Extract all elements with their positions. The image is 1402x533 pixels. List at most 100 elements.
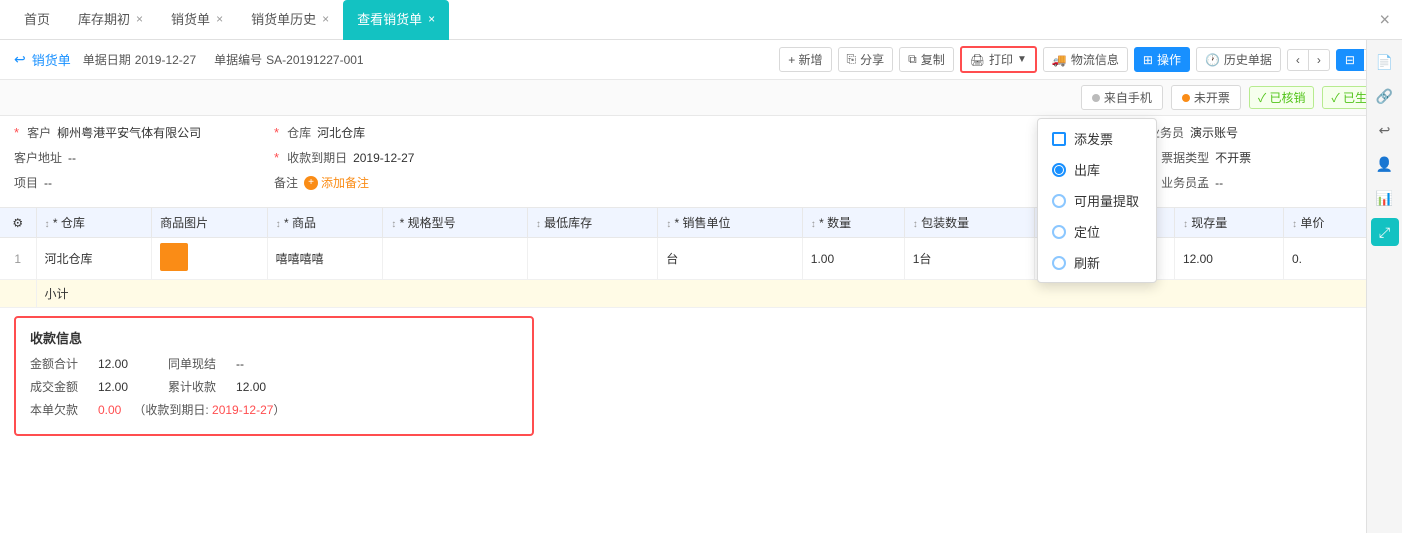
row-img	[152, 238, 268, 280]
warehouse-field: * 仓库 河北仓库	[274, 124, 514, 141]
tab-bar: 首页 库存期初 × 销货单 × 销货单历史 × 查看销货单 × ×	[0, 0, 1402, 40]
doc-date-label: 单据日期	[83, 51, 131, 68]
project-field: 项目 --	[14, 174, 254, 191]
row-product: 嘻嘻嘻嘻	[267, 238, 383, 280]
menu-refresh-label: 刷新	[1074, 253, 1100, 272]
note-label: 备注	[274, 174, 298, 191]
payment-total-value: 12.00	[98, 357, 128, 371]
doc-header-left: ↩ 销货单 单据日期 2019-12-27 单据编号 SA-20191227-0…	[14, 50, 364, 69]
warehouse-required: *	[274, 125, 279, 140]
menu-add-invoice[interactable]: 添发票	[1038, 123, 1156, 154]
sidebar-expand-icon[interactable]: ⤢	[1371, 218, 1399, 246]
payment-owed-suffix: （收款到期日: 2019-12-27）	[133, 401, 285, 418]
address-label: 客户地址	[14, 149, 62, 166]
prev-button[interactable]: ‹	[1287, 49, 1309, 71]
payment-same-settle-value: --	[236, 357, 244, 371]
add-button[interactable]: + 新增	[779, 47, 831, 72]
menu-out-stock[interactable]: 出库	[1038, 154, 1156, 185]
doc-title: ↩ 销货单	[14, 50, 71, 69]
menu-refresh[interactable]: 刷新	[1038, 247, 1156, 278]
grid-view-button[interactable]: ⊟	[1336, 49, 1364, 71]
table-col-product: ↕ * 商品	[267, 208, 383, 238]
tab-view-sales[interactable]: 查看销货单 ×	[343, 0, 449, 40]
due-date-field: * 收款到期日 2019-12-27	[274, 149, 514, 166]
table-col-gear[interactable]: ⚙	[0, 208, 36, 238]
table-header-row: ⚙ ↕ * 仓库 商品图片 ↕ * 商品 ↕ * 规格型号 ↕ 最低库存 ↕ *…	[0, 208, 1402, 238]
copy-button[interactable]: ⧉ 复制	[899, 47, 954, 72]
menu-locate-label: 定位	[1074, 222, 1100, 241]
tab-view-sales-close[interactable]: ×	[428, 12, 435, 26]
doc-no-label: 单据编号	[214, 51, 262, 68]
copy-icon: ⧉	[908, 52, 917, 67]
form-area: * 客户 柳州粤港平安气体有限公司 * 仓库 河北仓库 业务员 演示账号 客户地…	[0, 116, 1402, 207]
plus-icon: +	[304, 176, 318, 190]
project-label: 项目	[14, 174, 38, 191]
print-label: 打印	[989, 51, 1013, 68]
sidebar-doc-icon[interactable]: 📄	[1371, 48, 1399, 76]
out-stock-icon	[1052, 163, 1066, 177]
sidebar-return-icon[interactable]: ↩	[1371, 116, 1399, 144]
row-pack-qty: 1台	[904, 238, 1034, 280]
tab-inventory[interactable]: 库存期初 ×	[64, 0, 157, 40]
unopened-button[interactable]: 未开票	[1171, 85, 1241, 110]
payment-row-1: 金额合计 12.00 同单现结 --	[30, 355, 518, 372]
customer-field: * 客户 柳州粤港平安气体有限公司	[14, 124, 254, 141]
menu-add-invoice-label: 添发票	[1074, 129, 1113, 148]
mobile-button[interactable]: 来自手机	[1081, 85, 1163, 110]
tab-bar-close-button[interactable]: ×	[1379, 9, 1390, 30]
share-label: 分享	[860, 51, 884, 68]
menu-available-extract[interactable]: 可用量提取	[1038, 185, 1156, 216]
ticket-type-value: 不开票	[1215, 149, 1251, 166]
share-icon: ⎘	[847, 52, 857, 67]
sidebar-link-icon[interactable]: 🔗	[1371, 82, 1399, 110]
add-note-button[interactable]: + 添加备注	[304, 174, 369, 191]
share-button[interactable]: ⎘ 分享	[838, 47, 894, 72]
row-price: 0.	[1284, 238, 1372, 280]
payment-owed-value: 0.00	[98, 403, 121, 417]
row-spec	[383, 238, 528, 280]
table-col-unit: ↕ * 销售单位	[658, 208, 803, 238]
add-note-label: 添加备注	[321, 174, 369, 191]
tab-inventory-close[interactable]: ×	[136, 12, 143, 26]
menu-out-stock-label: 出库	[1074, 160, 1100, 179]
ticket-type-field: * 票据类型 不开票	[1148, 149, 1388, 166]
payment-deal-value: 12.00	[98, 380, 128, 394]
table-col-current-stock: ↕ 现存量	[1174, 208, 1283, 238]
payment-total-label: 金额合计	[30, 355, 90, 372]
tab-home[interactable]: 首页	[10, 0, 64, 40]
doc-title-text: 销货单	[32, 50, 71, 69]
form-row-2: 客户地址 -- * 收款到期日 2019-12-27 * 票据类型 不开票	[14, 149, 1388, 166]
menu-locate[interactable]: 定位	[1038, 216, 1156, 247]
tab-sales-history-close[interactable]: ×	[322, 12, 329, 26]
print-icon: 🖨	[970, 53, 985, 67]
tab-sales-history[interactable]: 销货单历史 ×	[237, 0, 343, 40]
tab-sales-close[interactable]: ×	[216, 12, 223, 26]
payment-cumulative: 累计收款 12.00	[168, 378, 266, 395]
tab-home-label: 首页	[24, 9, 50, 28]
view-toggle: ‹ ›	[1287, 49, 1330, 71]
product-image	[160, 243, 188, 271]
unopened-dot	[1182, 94, 1190, 102]
address-value: --	[68, 151, 76, 165]
staff-field: 业务员 演示账号	[1148, 124, 1388, 141]
sub-action-bar: 来自手机 未开票 ✓ 已核销 ✓ 已生效	[0, 80, 1402, 116]
logistics-icon: 🚚	[1052, 53, 1067, 67]
tab-sales[interactable]: 销货单 ×	[157, 0, 237, 40]
table-row: 1 河北仓库 嘻嘻嘻嘻 台 1.00 1台 12.00 0.	[0, 238, 1402, 280]
sidebar-user-icon[interactable]: 👤	[1371, 150, 1399, 178]
menu-available-extract-label: 可用量提取	[1074, 191, 1139, 210]
sidebar-chart-icon[interactable]: 📊	[1371, 184, 1399, 212]
operate-button[interactable]: ⊞ 操作	[1134, 47, 1190, 72]
print-button[interactable]: 🖨 打印 ▼	[960, 46, 1037, 73]
due-date-label: 收款到期日	[287, 149, 347, 166]
history-button[interactable]: 🕐 历史单据	[1196, 47, 1281, 72]
tab-sales-history-label: 销货单历史	[251, 9, 316, 28]
mobile-label: 来自手机	[1104, 89, 1152, 106]
customer-required: *	[14, 125, 19, 140]
subtotal-row: 小计	[0, 280, 1402, 308]
form-row-1: * 客户 柳州粤港平安气体有限公司 * 仓库 河北仓库 业务员 演示账号	[14, 124, 1388, 141]
next-button[interactable]: ›	[1309, 49, 1330, 71]
payment-owed-label: 本单欠款	[30, 401, 90, 418]
row-unit: 台	[658, 238, 803, 280]
logistics-button[interactable]: 🚚 物流信息	[1043, 47, 1128, 72]
